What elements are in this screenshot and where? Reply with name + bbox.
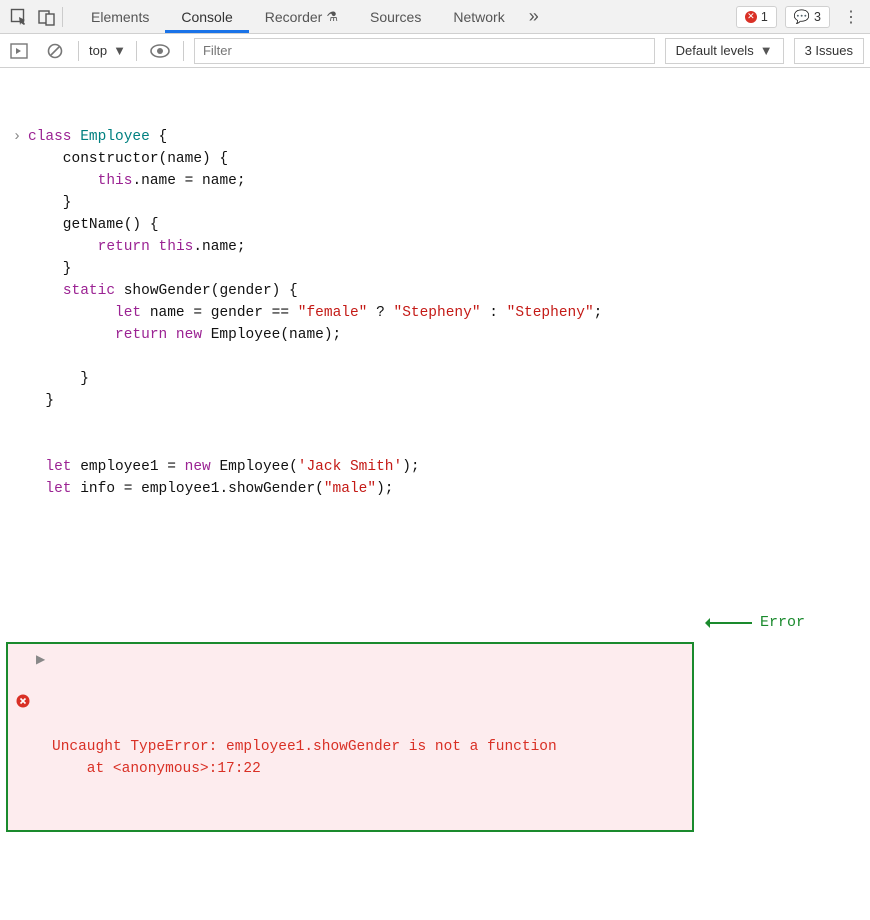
- t: constructor(name) {: [28, 151, 228, 167]
- message-count: 3: [814, 10, 821, 24]
- log-levels-selector[interactable]: Default levels ▼: [665, 38, 784, 64]
- string: "Stepheny": [394, 305, 481, 321]
- error-count-badge[interactable]: ✕ 1: [736, 6, 777, 28]
- expand-arrow-icon[interactable]: ▶: [36, 649, 45, 671]
- annotation-arrow: Error: [706, 612, 805, 634]
- t: [28, 283, 63, 299]
- live-expression-icon[interactable]: [147, 38, 173, 64]
- t: getName() {: [28, 217, 159, 233]
- keyword: static: [63, 283, 115, 299]
- context-selector[interactable]: top ▼: [89, 43, 126, 58]
- t: [28, 173, 98, 189]
- issues-label: 3 Issues: [805, 43, 853, 58]
- divider: [62, 7, 63, 27]
- t: employee1 =: [72, 459, 185, 475]
- status-badges: ✕ 1 💬 3: [736, 6, 830, 28]
- t: ;: [594, 305, 603, 321]
- t: .name = name;: [132, 173, 245, 189]
- tab-label: Elements: [91, 9, 149, 25]
- identifier: Employee: [80, 129, 150, 145]
- flask-icon: ⚗: [326, 9, 338, 25]
- t: {: [150, 129, 167, 145]
- keyword: class: [28, 129, 72, 145]
- tab-elements[interactable]: Elements: [75, 0, 165, 33]
- t: .name;: [193, 239, 245, 255]
- context-label: top: [89, 43, 107, 58]
- code-block: class Employee { constructor(name) { thi…: [28, 126, 864, 500]
- string: "male": [324, 481, 376, 497]
- t: [28, 481, 45, 497]
- expand-icon[interactable]: ›: [6, 126, 28, 500]
- divider: [183, 41, 184, 61]
- keyword: this: [98, 173, 133, 189]
- t: [72, 129, 81, 145]
- clear-console-icon[interactable]: [42, 38, 68, 64]
- chevron-down-icon: ▼: [113, 43, 126, 58]
- panel-tabs: Elements Console Recorder ⚗ Sources Netw…: [75, 0, 547, 33]
- string: "female": [298, 305, 368, 321]
- levels-label: Default levels: [676, 43, 754, 58]
- t: }: [28, 393, 54, 409]
- t: [28, 459, 45, 475]
- annotation-label: Error: [760, 612, 805, 634]
- more-tabs-icon[interactable]: »: [521, 0, 547, 33]
- t: );: [402, 459, 419, 475]
- filter-input[interactable]: [194, 38, 655, 64]
- sidebar-toggle-icon[interactable]: [6, 38, 32, 64]
- t: info = employee1.showGender(: [72, 481, 324, 497]
- t: showGender(gender) {: [115, 283, 298, 299]
- tab-label: Recorder: [265, 9, 323, 25]
- tab-network[interactable]: Network: [437, 0, 520, 33]
- divider: [136, 41, 137, 61]
- tab-label: Sources: [370, 9, 421, 25]
- t: Employee(name);: [202, 327, 341, 343]
- t: :: [481, 305, 507, 321]
- message-count-badge[interactable]: 💬 3: [785, 6, 830, 28]
- tab-label: Network: [453, 9, 504, 25]
- keyword: return this: [98, 239, 194, 255]
- t: name = gender ==: [141, 305, 298, 321]
- arrow-line-icon: [706, 622, 752, 624]
- error-wrapper: ▶ Uncaught TypeError: employee1.showGend…: [6, 598, 864, 898]
- t: [28, 327, 115, 343]
- error-dot-icon: ✕: [745, 11, 757, 23]
- error-count: 1: [761, 10, 768, 24]
- keyword: return new: [115, 327, 202, 343]
- devtools-tabbar: Elements Console Recorder ⚗ Sources Netw…: [0, 0, 870, 34]
- tab-label: Console: [181, 9, 232, 25]
- string: 'Jack Smith': [298, 459, 402, 475]
- keyword: let: [45, 459, 71, 475]
- string: "Stepheny": [507, 305, 594, 321]
- settings-icon[interactable]: ⋮: [838, 4, 864, 30]
- error-line: Uncaught TypeError: employee1.showGender…: [52, 739, 557, 755]
- divider: [78, 41, 79, 61]
- console-error-row[interactable]: ▶ Uncaught TypeError: employee1.showGend…: [6, 642, 694, 832]
- chevron-down-icon: ▼: [760, 43, 773, 58]
- console-output: › class Employee { constructor(name) { t…: [0, 68, 870, 920]
- t: [28, 239, 98, 255]
- tab-sources[interactable]: Sources: [354, 0, 437, 33]
- inspect-icon[interactable]: [6, 4, 32, 30]
- t: ?: [367, 305, 393, 321]
- issues-button[interactable]: 3 Issues: [794, 38, 864, 64]
- t: }: [28, 195, 72, 211]
- tab-recorder[interactable]: Recorder ⚗: [249, 0, 354, 33]
- keyword: new: [185, 459, 211, 475]
- error-message: Uncaught TypeError: employee1.showGender…: [38, 736, 684, 780]
- message-icon: 💬: [794, 9, 810, 25]
- device-toggle-icon[interactable]: [34, 4, 60, 30]
- tab-console[interactable]: Console: [165, 0, 248, 33]
- t: Employee(: [211, 459, 298, 475]
- t: [28, 305, 115, 321]
- console-toolbar: top ▼ Default levels ▼ 3 Issues: [0, 34, 870, 68]
- t: );: [376, 481, 393, 497]
- error-line: at <anonymous>:17:22: [52, 761, 261, 777]
- t: }: [28, 371, 89, 387]
- keyword: let: [45, 481, 71, 497]
- keyword: let: [115, 305, 141, 321]
- console-input-row: › class Employee { constructor(name) { t…: [6, 126, 864, 500]
- error-icon: [16, 650, 30, 664]
- t: }: [28, 261, 72, 277]
